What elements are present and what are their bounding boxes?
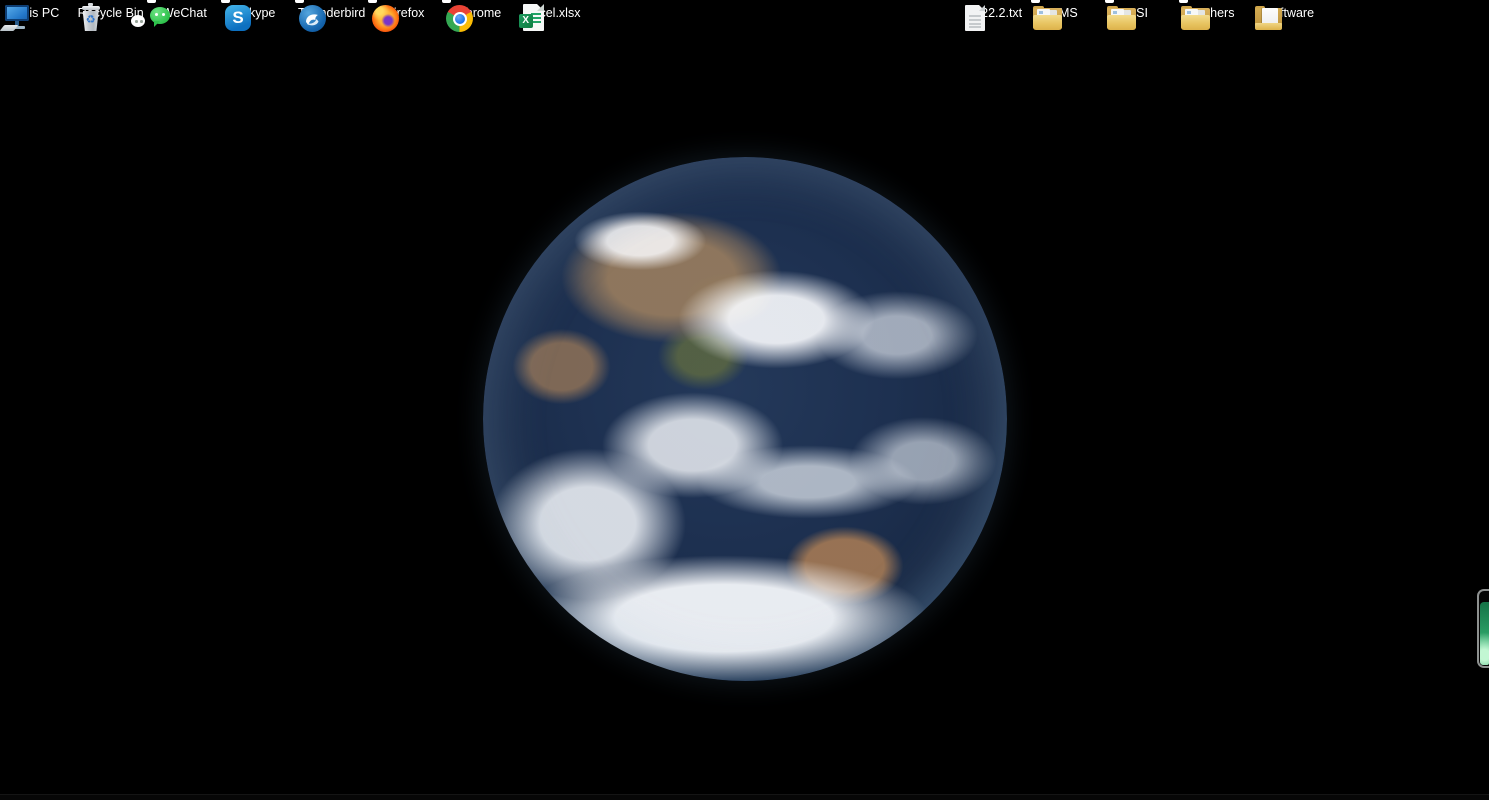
shortcut-arrow-badge: ↗ xyxy=(442,0,451,3)
recycle-symbol-icon: ♻ xyxy=(83,13,99,27)
shortcut-arrow-badge: ↗ xyxy=(1031,0,1040,3)
shortcut-arrow-badge: ↗ xyxy=(295,0,304,3)
shortcut-arrow-badge: ↗ xyxy=(221,0,230,3)
desktop-item-skype[interactable]: S ↗ Skype xyxy=(221,3,295,55)
desktop-item-si-folder[interactable]: ↗ SI xyxy=(1105,3,1179,55)
screen-bottom-edge xyxy=(0,794,1489,800)
desktop-item-wechat[interactable]: ↗ WeChat xyxy=(147,3,221,55)
desktop-item-recycle-bin[interactable]: ♻ Recycle Bin xyxy=(74,3,148,55)
desktop-item-others-folder[interactable]: ↗ Others xyxy=(1179,3,1253,55)
level-indicator-fill xyxy=(1480,602,1489,665)
shortcut-arrow-badge: ↗ xyxy=(147,0,156,3)
desktop-item-thunderbird[interactable]: ↗ Thunderbird xyxy=(295,3,369,55)
desktop-item-software-folder[interactable]: Software xyxy=(1252,3,1326,55)
shortcut-arrow-badge: ↗ xyxy=(1105,0,1114,3)
shortcut-arrow-badge: ↗ xyxy=(1179,0,1188,3)
desktop-item-excel-file[interactable]: X Excel.xlsx xyxy=(516,3,590,55)
desktop-item-chrome[interactable]: ↗ Chrome xyxy=(442,3,516,55)
desktop-item-firefox[interactable]: ↗ Firefox xyxy=(368,3,442,55)
shortcut-arrow-badge: ↗ xyxy=(368,0,377,3)
earth-wallpaper xyxy=(483,157,1007,681)
desktop-icons-row: This PC ♻ Recycle Bin ↗ WeChat S ↗ Skype xyxy=(0,0,1489,60)
desktop-item-ms-folder[interactable]: ↗ MS xyxy=(1031,3,1105,55)
desktop: { "desktop": { "background_color": "#000… xyxy=(0,0,1489,800)
level-indicator[interactable] xyxy=(1477,589,1489,668)
desktop-item-txt-file[interactable]: 2022.2.txt xyxy=(958,3,1032,55)
desktop-item-this-pc[interactable]: This PC xyxy=(0,3,74,55)
